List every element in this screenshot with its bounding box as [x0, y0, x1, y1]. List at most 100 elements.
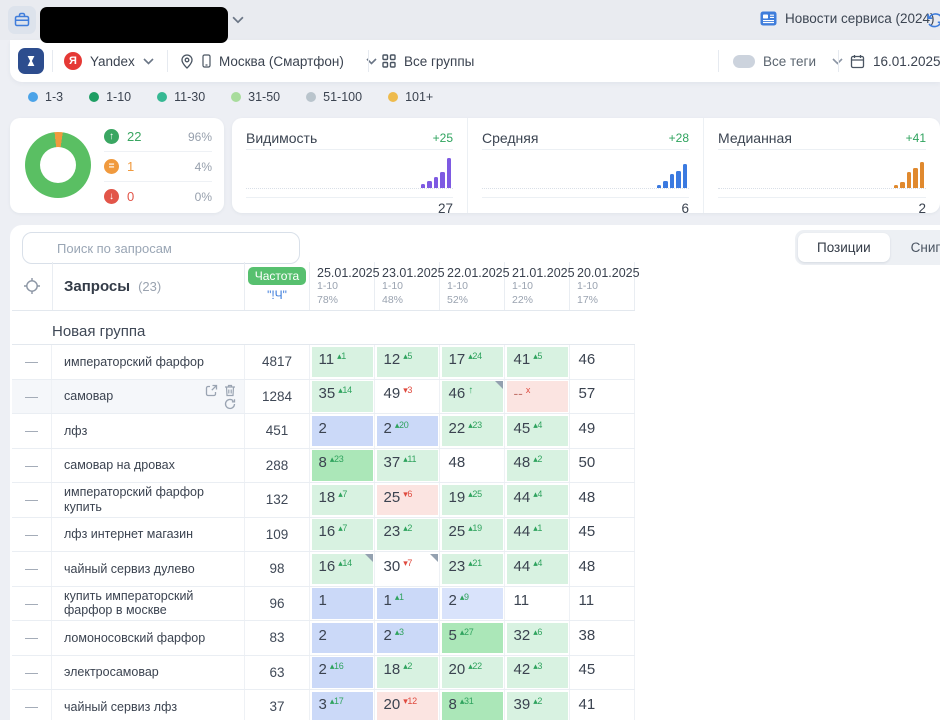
position-cell[interactable]: 25 ▾6: [375, 483, 440, 517]
position-cell[interactable]: 17 ▴24: [440, 345, 505, 379]
position-cell[interactable]: 32 ▴6: [505, 621, 570, 655]
row-drag-handle[interactable]: —: [12, 552, 52, 586]
position-cell[interactable]: 12 ▴5: [375, 345, 440, 379]
region-selector[interactable]: Москва (Смартфон): [180, 40, 377, 82]
query-cell[interactable]: лфз: [52, 414, 245, 448]
position-cell[interactable]: 22 ▴23: [440, 414, 505, 448]
position-cell[interactable]: 23 ▴21: [440, 552, 505, 586]
sync-icon[interactable]: [924, 10, 940, 30]
row-drag-handle[interactable]: —: [12, 586, 52, 620]
topvisor-logo[interactable]: [18, 48, 44, 74]
position-cell[interactable]: 45: [570, 517, 635, 551]
query-cell[interactable]: самовар: [52, 379, 245, 413]
trash-icon[interactable]: [224, 384, 236, 397]
refresh-icon[interactable]: [224, 398, 236, 410]
position-cell[interactable]: 48: [570, 483, 635, 517]
position-cell[interactable]: 48: [440, 448, 505, 482]
position-cell[interactable]: 45 ▴4: [505, 414, 570, 448]
tags-selector[interactable]: Все теги: [733, 40, 843, 82]
select-all-target[interactable]: [12, 262, 53, 310]
query-cell[interactable]: чайный сервиз дулево: [52, 552, 245, 586]
group-header[interactable]: Новая группа: [12, 310, 635, 345]
position-cell[interactable]: 5 ▴27: [440, 621, 505, 655]
query-cell[interactable]: лфз интернет магазин: [52, 517, 245, 551]
position-cell[interactable]: 2 ▴20: [375, 414, 440, 448]
position-cell[interactable]: 18 ▴7: [310, 483, 375, 517]
searcher-selector[interactable]: Я Yandex: [64, 40, 154, 82]
position-cell[interactable]: 8 ▴31: [440, 690, 505, 720]
position-cell[interactable]: 44 ▴1: [505, 517, 570, 551]
position-cell[interactable]: 38: [570, 621, 635, 655]
position-cell[interactable]: 35 ▴14: [310, 379, 375, 413]
position-cell[interactable]: 2 ▴3: [375, 621, 440, 655]
date-column-header[interactable]: 21.01.2025 1-10 22%: [505, 262, 575, 310]
position-cell[interactable]: 20 ▾12: [375, 690, 440, 720]
query-cell[interactable]: купить императорский фарфор в москве: [52, 586, 245, 620]
tab-positions[interactable]: Позиции: [798, 233, 890, 262]
position-cell[interactable]: 16 ▴7: [310, 517, 375, 551]
open-in-serp-icon[interactable]: [205, 384, 218, 397]
position-cell[interactable]: 46 ↑: [440, 379, 505, 413]
position-cell[interactable]: 20 ▴22: [440, 655, 505, 689]
position-cell[interactable]: 11: [505, 586, 570, 620]
position-cell[interactable]: 41: [570, 690, 635, 720]
position-cell[interactable]: 49: [570, 414, 635, 448]
row-drag-handle[interactable]: —: [12, 621, 52, 655]
position-cell[interactable]: 39 ▴2: [505, 690, 570, 720]
query-cell[interactable]: самовар на дровах: [52, 448, 245, 482]
position-cell[interactable]: 11 ▴1: [310, 345, 375, 379]
position-cell[interactable]: 23 ▴2: [375, 517, 440, 551]
position-cell[interactable]: 41 ▴5: [505, 345, 570, 379]
position-cell[interactable]: 48: [570, 552, 635, 586]
row-drag-handle[interactable]: —: [12, 448, 52, 482]
query-cell[interactable]: ломоносовский фарфор: [52, 621, 245, 655]
position-cell[interactable]: 1: [310, 586, 375, 620]
row-drag-handle[interactable]: —: [12, 655, 52, 689]
position-cell[interactable]: 2 ▴9: [440, 586, 505, 620]
position-cell[interactable]: 1 ▴1: [375, 586, 440, 620]
row-drag-handle[interactable]: —: [12, 414, 52, 448]
query-cell[interactable]: императорский фарфор: [52, 345, 245, 379]
position-cell[interactable]: 57: [570, 379, 635, 413]
date-column-header[interactable]: 23.01.2025 1-10 48%: [375, 262, 445, 310]
position-cell[interactable]: 42 ▴3: [505, 655, 570, 689]
frequency-column-header[interactable]: Частота "!Ч": [245, 262, 310, 310]
date-column-header[interactable]: 22.01.2025 1-10 52%: [440, 262, 510, 310]
position-cell[interactable]: 50: [570, 448, 635, 482]
position-cell[interactable]: 44 ▴4: [505, 483, 570, 517]
position-cell[interactable]: 2 ▴16: [310, 655, 375, 689]
queries-column-header[interactable]: Запросы (23): [52, 262, 245, 310]
position-cell[interactable]: 3 ▴17: [310, 690, 375, 720]
position-cell[interactable]: 30 ▾7: [375, 552, 440, 586]
groups-selector[interactable]: Все группы: [382, 40, 474, 82]
position-cell[interactable]: 46: [570, 345, 635, 379]
date-range-selector[interactable]: 16.01.2025 -: [850, 40, 940, 82]
row-drag-handle[interactable]: —: [12, 483, 52, 517]
position-cell[interactable]: 11: [570, 586, 635, 620]
position-cell[interactable]: 48 ▴2: [505, 448, 570, 482]
search-input[interactable]: [22, 232, 300, 264]
row-drag-handle[interactable]: —: [12, 345, 52, 379]
position-cell[interactable]: 44 ▴4: [505, 552, 570, 586]
row-drag-handle[interactable]: —: [12, 379, 52, 413]
position-cell[interactable]: -- x: [505, 379, 570, 413]
position-cell[interactable]: 18 ▴2: [375, 655, 440, 689]
position-cell[interactable]: 2: [310, 621, 375, 655]
position-cell[interactable]: 25 ▴19: [440, 517, 505, 551]
date-column-header[interactable]: 20.01.2025 1-10 17%: [570, 262, 640, 310]
position-cell[interactable]: 16 ▴14: [310, 552, 375, 586]
project-selector-redacted[interactable]: [40, 7, 228, 43]
position-cell[interactable]: 8 ▴23: [310, 448, 375, 482]
view-toggle[interactable]: Позиции Сниппеты: [795, 230, 940, 265]
query-cell[interactable]: чайный сервиз лфз: [52, 690, 245, 720]
position-cell[interactable]: 37 ▴11: [375, 448, 440, 482]
query-cell[interactable]: императорский фарфор купить: [52, 483, 245, 517]
row-drag-handle[interactable]: —: [12, 517, 52, 551]
position-cell[interactable]: 49 ▾3: [375, 379, 440, 413]
position-cell[interactable]: 19 ▴25: [440, 483, 505, 517]
projects-button[interactable]: [8, 6, 36, 34]
news-link[interactable]: Новости сервиса (2024): [760, 11, 935, 26]
position-cell[interactable]: 45: [570, 655, 635, 689]
query-cell[interactable]: электросамовар: [52, 655, 245, 689]
position-cell[interactable]: 2: [310, 414, 375, 448]
